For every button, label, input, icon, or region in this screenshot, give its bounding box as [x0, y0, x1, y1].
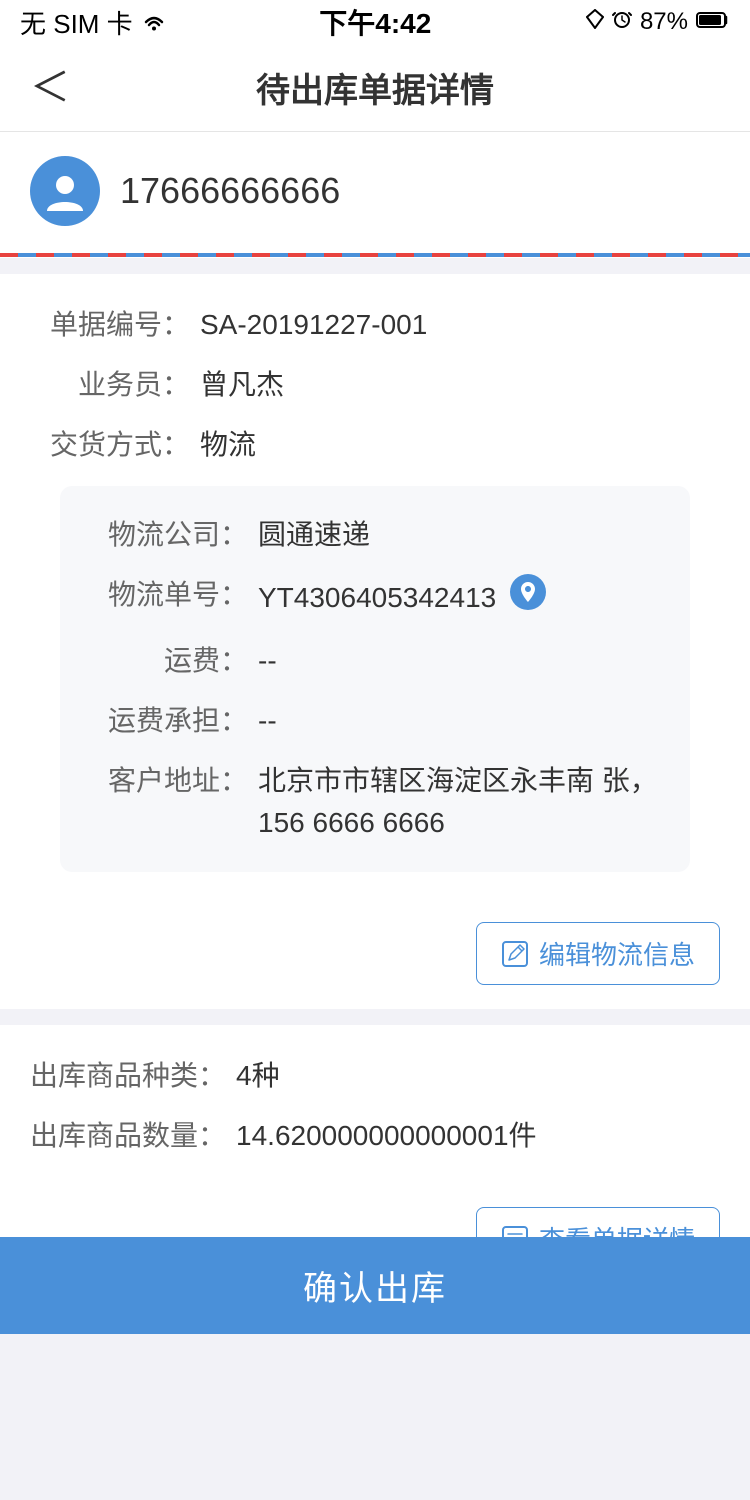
logistics-tracking-row: 物流单号： YT4306405342413	[88, 574, 662, 622]
goods-types-value: 4种	[226, 1055, 720, 1097]
page-title: 待出库单据详情	[256, 63, 494, 112]
status-left: 无 SIM 卡	[20, 4, 165, 41]
freight-label: 运费：	[88, 640, 248, 682]
nav-bar: ＜ 待出库单据详情	[0, 44, 750, 132]
freight-bearer-value: --	[248, 700, 662, 742]
logistics-card: 物流公司： 圆通速递 物流单号： YT4306405342413 运费： -- …	[60, 486, 690, 872]
goods-quantity-value: 14.620000000000001件	[226, 1115, 720, 1157]
freight-bearer-label: 运费承担：	[88, 700, 248, 742]
customer-header: 17666666666	[0, 132, 750, 250]
address-label: 客户地址：	[88, 760, 248, 802]
logistics-company-row: 物流公司： 圆通速递	[88, 514, 662, 556]
freight-bearer-row: 运费承担： --	[88, 700, 662, 742]
confirm-btn-container[interactable]: 确认出库	[0, 1237, 750, 1334]
delivery-label: 交货方式：	[30, 424, 190, 466]
delivery-value: 物流	[190, 424, 720, 466]
goods-section: 出库商品种类： 4种 出库商品数量： 14.620000000000001件	[0, 1025, 750, 1187]
address-value: 北京市市辖区海淀区永丰南 张，156 6666 6666	[248, 760, 662, 844]
map-pin-icon[interactable]	[510, 574, 546, 622]
salesman-value: 曾凡杰	[190, 364, 720, 406]
logistics-company-label: 物流公司：	[88, 514, 248, 556]
logistics-tracking-label: 物流单号：	[88, 574, 248, 616]
freight-row: 运费： --	[88, 640, 662, 682]
battery-icon	[696, 8, 730, 36]
dashed-divider	[0, 250, 750, 258]
status-time: 下午4:42	[319, 2, 431, 42]
tracking-number: YT4306405342413	[258, 577, 496, 619]
status-right: 87%	[586, 8, 730, 36]
goods-types-label: 出库商品种类：	[30, 1055, 226, 1097]
no-sim-text: 无 SIM 卡	[20, 4, 133, 41]
logistics-company-value: 圆通速递	[248, 514, 662, 556]
edit-logistics-label: 编辑物流信息	[539, 935, 695, 972]
customer-phone: 17666666666	[120, 170, 340, 212]
edit-btn-row: 编辑物流信息	[0, 902, 750, 1009]
edit-icon	[501, 940, 529, 968]
delivery-row: 交货方式： 物流	[30, 424, 720, 466]
sim-card-icon	[143, 7, 165, 38]
section-divider	[0, 1009, 750, 1025]
order-info-section: 单据编号： SA-20191227-001 业务员： 曾凡杰 交货方式： 物流 …	[0, 274, 750, 902]
alarm-icon	[612, 8, 632, 36]
document-no-label: 单据编号：	[30, 304, 190, 346]
confirm-outbound-button[interactable]: 确认出库	[303, 1270, 447, 1308]
freight-value: --	[248, 640, 662, 682]
goods-types-row: 出库商品种类： 4种	[30, 1055, 720, 1097]
logistics-tracking-value: YT4306405342413	[248, 574, 662, 622]
status-bar: 无 SIM 卡 下午4:42 87%	[0, 0, 750, 44]
customer-avatar	[30, 156, 100, 226]
address-row: 客户地址： 北京市市辖区海淀区永丰南 张，156 6666 6666	[88, 760, 662, 844]
edit-logistics-button[interactable]: 编辑物流信息	[476, 922, 720, 985]
back-button[interactable]: ＜	[30, 68, 70, 108]
goods-quantity-label: 出库商品数量：	[30, 1115, 226, 1157]
document-no-value: SA-20191227-001	[190, 304, 720, 346]
document-no-row: 单据编号： SA-20191227-001	[30, 304, 720, 346]
salesman-row: 业务员： 曾凡杰	[30, 364, 720, 406]
location-status-icon	[586, 8, 604, 36]
goods-quantity-row: 出库商品数量： 14.620000000000001件	[30, 1115, 720, 1157]
salesman-label: 业务员：	[30, 364, 190, 406]
battery-percentage: 87%	[640, 8, 688, 36]
